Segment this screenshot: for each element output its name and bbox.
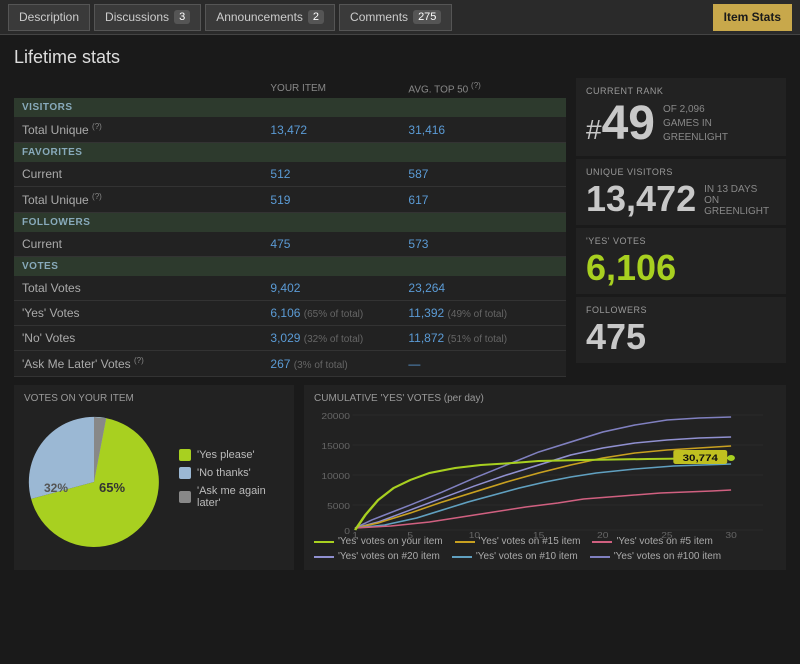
svg-text:10000: 10000 [321,472,350,481]
svg-text:15: 15 [533,531,544,540]
svg-text:1: 1 [352,531,358,540]
svg-text:0: 0 [344,527,350,536]
chart-line-20 [314,556,334,558]
svg-text:25: 25 [661,531,672,540]
legend-item-no: 'No thanks' [179,467,284,479]
table-row: Total Unique (?) 519 617 [14,187,566,213]
pie-chart: 65% 32% [24,412,164,552]
svg-text:20: 20 [597,531,608,540]
table-row: Current 512 587 [14,162,566,187]
svg-text:10: 10 [469,531,480,540]
tab-item-stats[interactable]: Item Stats [713,4,792,31]
tab-announcements[interactable]: Announcements 2 [205,4,335,31]
visitors-card: UNIQUE VISITORS 13,472 IN 13 DAYS ON GRE… [576,159,786,225]
section-favorites: FAVORITES [14,143,566,163]
chart-line-10 [452,556,472,558]
svg-text:30,774: 30,774 [683,454,719,464]
legend-item-later: 'Ask me again later' [179,485,284,509]
pie-content: 65% 32% 'Yes please' 'No thanks' [24,412,284,552]
chart-line-100 [590,556,610,558]
chart-legend-item-100: 'Yes' votes on #100 item [590,551,721,562]
svg-text:15000: 15000 [321,442,350,451]
svg-text:65%: 65% [99,480,125,495]
top-navigation: Description Discussions 3 Announcements … [0,0,800,35]
chart-line-5 [592,541,612,543]
yes-votes-card: 'YES' VOTES 6,106 [576,228,786,294]
tab-comments[interactable]: Comments 275 [339,4,452,31]
svg-text:30: 30 [725,531,736,540]
followers-card: FOLLOWERS 475 [576,297,786,363]
tab-description[interactable]: Description [8,4,90,31]
tab-discussions[interactable]: Discussions 3 [94,4,201,31]
chart-area: 20000 15000 10000 5000 0 1 5 10 15 20 25… [314,410,776,530]
svg-text:20000: 20000 [321,412,350,421]
table-row: Total Votes 9,402 23,264 [14,276,566,301]
pie-legend: 'Yes please' 'No thanks' 'Ask me again l… [179,449,284,515]
table-row: 'Yes' Votes 6,106 (65% of total) 11,392 … [14,301,566,326]
stats-table: YOUR ITEM AVG. TOP 50 (?) VISITORS Total… [14,78,566,377]
legend-color-no [179,467,191,479]
svg-text:5: 5 [407,531,413,540]
svg-text:5000: 5000 [327,502,350,511]
table-row: Current 475 573 [14,232,566,257]
section-visitors: VISITORS [14,98,566,117]
bottom-row: VOTES ON YOUR ITEM [14,385,786,570]
chart-line-15 [455,541,475,543]
table-row: 'Ask Me Later' Votes (?) 267 (3% of tota… [14,351,566,377]
col-avg-top50: AVG. TOP 50 (?) [400,78,566,98]
chart-legend-item-20: 'Yes' votes on #20 item [314,551,440,562]
rank-card: CURRENT RANK #49 OF 2,096 GAMES IN GREEN… [576,78,786,156]
chart-line-your [314,541,334,543]
col-your-item: YOUR ITEM [262,78,400,98]
pie-section: VOTES ON YOUR ITEM [14,385,294,570]
section-votes: VOTES [14,257,566,277]
stats-right: CURRENT RANK #49 OF 2,096 GAMES IN GREEN… [576,78,786,377]
rank-block: #49 OF 2,096 GAMES IN GREENLIGHT [586,100,776,148]
lifetime-title: Lifetime stats [14,47,786,68]
stats-left: YOUR ITEM AVG. TOP 50 (?) VISITORS Total… [14,78,566,377]
table-row: Total Unique (?) 13,472 31,416 [14,117,566,143]
main-content: Lifetime stats YOUR ITEM AVG. TOP 50 (?)… [0,35,800,664]
section-followers: FOLLOWERS [14,213,566,233]
chart-section: CUMULATIVE 'YES' VOTES (per day) 20000 1… [304,385,786,570]
legend-color-yes [179,449,191,461]
svg-text:32%: 32% [44,481,68,495]
chart-legend-item-10: 'Yes' votes on #10 item [452,551,578,562]
table-row: 'No' Votes 3,029 (32% of total) 11,872 (… [14,326,566,351]
legend-color-later [179,491,191,503]
content-row: YOUR ITEM AVG. TOP 50 (?) VISITORS Total… [14,78,786,377]
table-header-row: YOUR ITEM AVG. TOP 50 (?) [14,78,566,98]
legend-item-yes: 'Yes please' [179,449,284,461]
